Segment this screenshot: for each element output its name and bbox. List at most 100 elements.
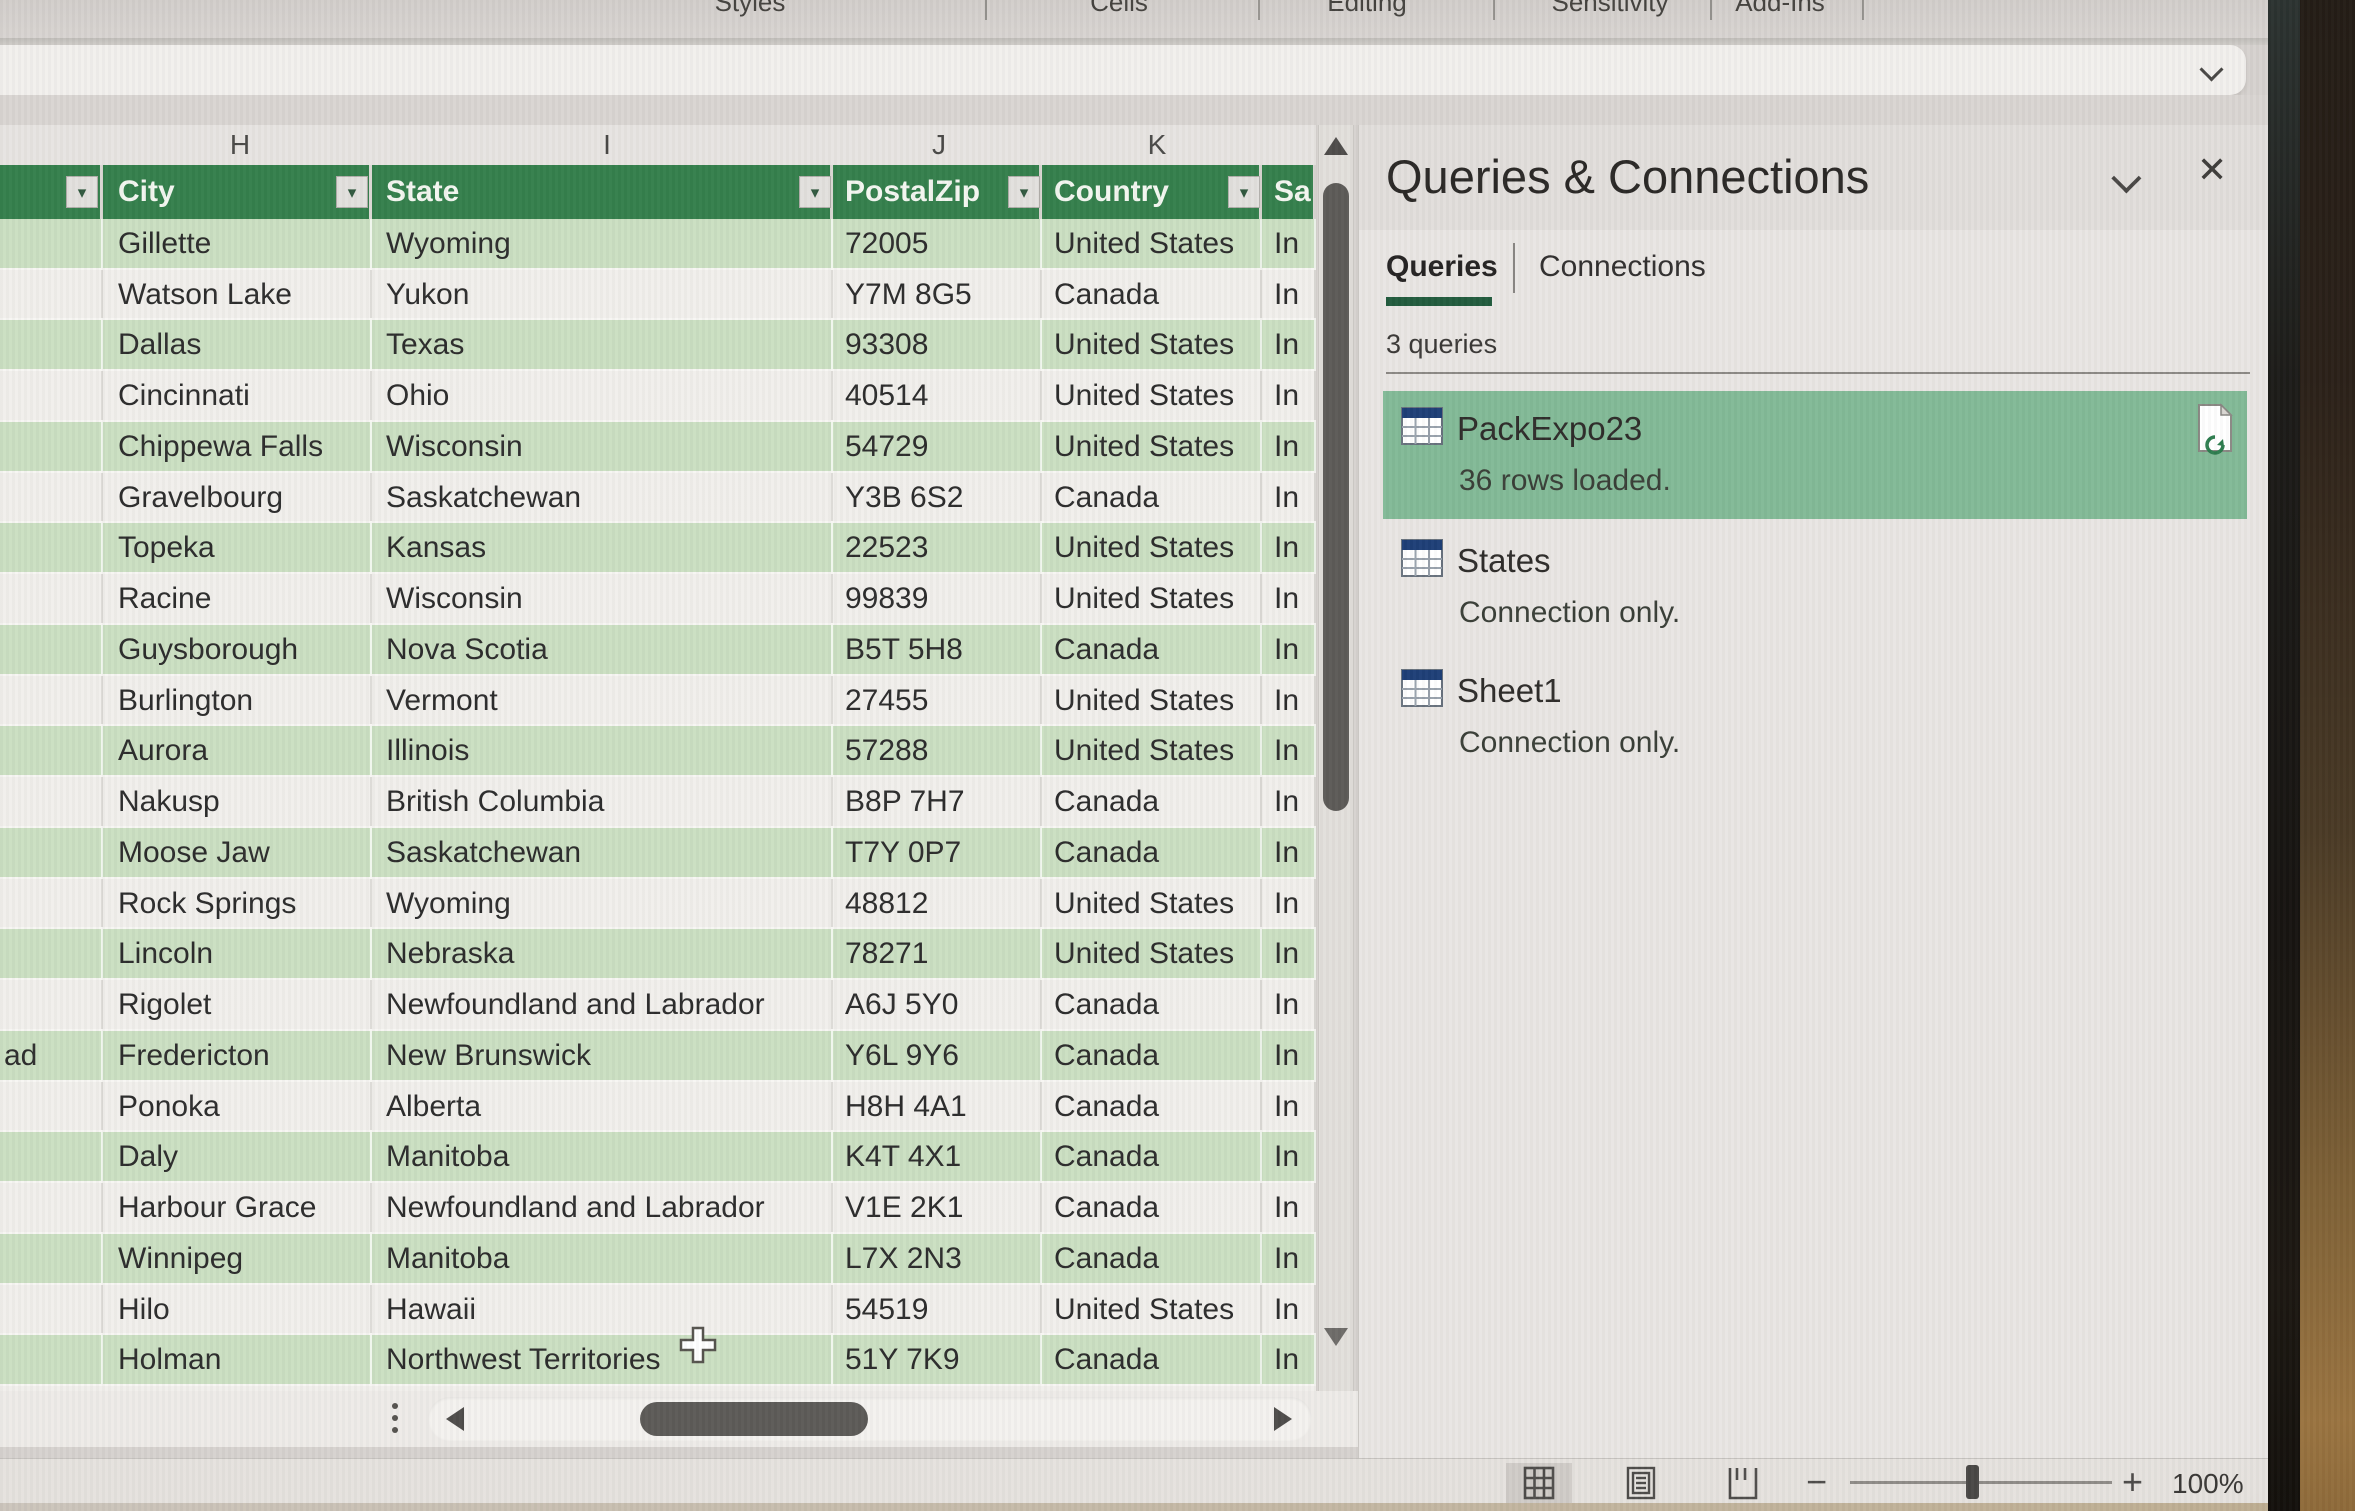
vertical-scrollbar-thumb[interactable]: [1323, 183, 1349, 811]
cell-g[interactable]: [0, 1132, 103, 1181]
cell-city[interactable]: Aurora: [103, 726, 372, 775]
cell-country[interactable]: United States: [1042, 574, 1262, 623]
tab-queries[interactable]: Queries: [1386, 250, 1498, 284]
cell-country[interactable]: Canada: [1042, 1132, 1262, 1181]
cell-state[interactable]: Illinois: [372, 726, 833, 775]
cell-g[interactable]: [0, 980, 103, 1029]
cell-city[interactable]: Dallas: [103, 320, 372, 369]
zoom-slider-track[interactable]: [1850, 1481, 2112, 1484]
cell-city[interactable]: Watson Lake: [103, 270, 372, 319]
cell-g[interactable]: [0, 828, 103, 877]
cell-city[interactable]: Moose Jaw: [103, 828, 372, 877]
horizontal-scrollbar-track[interactable]: [428, 1397, 1312, 1441]
cell-state[interactable]: Wisconsin: [372, 422, 833, 471]
cell-sa[interactable]: In: [1262, 219, 1316, 268]
cell-country[interactable]: United States: [1042, 320, 1262, 369]
cell-country[interactable]: United States: [1042, 676, 1262, 725]
cell-state[interactable]: Hawaii: [372, 1285, 833, 1334]
column-heading-K[interactable]: K: [1148, 129, 1167, 161]
cell-sa[interactable]: In: [1262, 1335, 1316, 1384]
cell-state[interactable]: Alberta: [372, 1082, 833, 1131]
cell-state[interactable]: Vermont: [372, 676, 833, 725]
filter-dropdown-icon-g[interactable]: ▾: [66, 176, 98, 208]
scroll-left-arrow-icon[interactable]: [446, 1407, 464, 1431]
zoom-out-button[interactable]: −: [1806, 1461, 1827, 1503]
cell-state[interactable]: Nova Scotia: [372, 625, 833, 674]
cell-postal[interactable]: 48812: [833, 879, 1042, 928]
cell-city[interactable]: Holman: [103, 1335, 372, 1384]
tab-connections[interactable]: Connections: [1539, 250, 1706, 284]
cell-city[interactable]: Ponoka: [103, 1082, 372, 1131]
page-layout-view-button[interactable]: [1608, 1463, 1674, 1503]
cell-g[interactable]: [0, 270, 103, 319]
cell-city[interactable]: Topeka: [103, 523, 372, 572]
cell-state[interactable]: Newfoundland and Labrador: [372, 1183, 833, 1232]
cell-country[interactable]: United States: [1042, 1285, 1262, 1334]
cell-state[interactable]: Kansas: [372, 523, 833, 572]
cell-state[interactable]: Northwest Territories: [372, 1335, 833, 1384]
cell-city[interactable]: Hilo: [103, 1285, 372, 1334]
sheet-tab-resize-handle-icon[interactable]: [392, 1403, 398, 1409]
cell-city[interactable]: Gravelbourg: [103, 473, 372, 522]
cell-country[interactable]: Canada: [1042, 1082, 1262, 1131]
cell-city[interactable]: Rigolet: [103, 980, 372, 1029]
cell-city[interactable]: Daly: [103, 1132, 372, 1181]
cell-state[interactable]: Yukon: [372, 270, 833, 319]
cell-postal[interactable]: L7X 2N3: [833, 1234, 1042, 1283]
cell-postal[interactable]: A6J 5Y0: [833, 980, 1042, 1029]
cell-postal[interactable]: 54729: [833, 422, 1042, 471]
cell-city[interactable]: Winnipeg: [103, 1234, 372, 1283]
cell-city[interactable]: Nakusp: [103, 777, 372, 826]
cell-country[interactable]: Canada: [1042, 1335, 1262, 1384]
vertical-scrollbar[interactable]: [1318, 125, 1354, 1391]
cell-state[interactable]: British Columbia: [372, 777, 833, 826]
cell-country[interactable]: Canada: [1042, 473, 1262, 522]
cell-sa[interactable]: In: [1262, 1234, 1316, 1283]
cell-g[interactable]: [0, 879, 103, 928]
cell-postal[interactable]: Y7M 8G5: [833, 270, 1042, 319]
cell-g[interactable]: [0, 219, 103, 268]
cell-postal[interactable]: 22523: [833, 523, 1042, 572]
cell-country[interactable]: Canada: [1042, 828, 1262, 877]
cell-sa[interactable]: In: [1262, 777, 1316, 826]
cell-state[interactable]: Wyoming: [372, 219, 833, 268]
cell-country[interactable]: United States: [1042, 422, 1262, 471]
cell-sa[interactable]: In: [1262, 270, 1316, 319]
page-break-preview-button[interactable]: [1710, 1463, 1776, 1503]
horizontal-scrollbar-thumb[interactable]: [640, 1402, 868, 1436]
cell-sa[interactable]: In: [1262, 473, 1316, 522]
cell-sa[interactable]: In: [1262, 1132, 1316, 1181]
cell-sa[interactable]: In: [1262, 929, 1316, 978]
pane-close-icon[interactable]: ✕: [2197, 149, 2227, 191]
cell-state[interactable]: Wyoming: [372, 879, 833, 928]
cell-g[interactable]: [0, 523, 103, 572]
cell-postal[interactable]: Y3B 6S2: [833, 473, 1042, 522]
cell-city[interactable]: Rock Springs: [103, 879, 372, 928]
pane-chevron-down-icon[interactable]: [2112, 164, 2142, 194]
cell-sa[interactable]: In: [1262, 371, 1316, 420]
cell-postal[interactable]: V1E 2K1: [833, 1183, 1042, 1232]
cell-sa[interactable]: In: [1262, 879, 1316, 928]
cell-postal[interactable]: 54519: [833, 1285, 1042, 1334]
cell-country[interactable]: Canada: [1042, 1234, 1262, 1283]
cell-country[interactable]: United States: [1042, 929, 1262, 978]
cell-postal[interactable]: 27455: [833, 676, 1042, 725]
cell-postal[interactable]: B8P 7H7: [833, 777, 1042, 826]
cell-sa[interactable]: In: [1262, 1082, 1316, 1131]
cell-city[interactable]: Harbour Grace: [103, 1183, 372, 1232]
cell-city[interactable]: Cincinnati: [103, 371, 372, 420]
cell-country[interactable]: Canada: [1042, 625, 1262, 674]
column-heading-H[interactable]: H: [230, 129, 250, 161]
cell-g[interactable]: [0, 574, 103, 623]
cell-sa[interactable]: In: [1262, 1183, 1316, 1232]
cell-state[interactable]: Saskatchewan: [372, 473, 833, 522]
zoom-in-button[interactable]: +: [2122, 1461, 2143, 1503]
zoom-percentage[interactable]: 100%: [2172, 1468, 2244, 1500]
cell-g[interactable]: [0, 777, 103, 826]
cell-g[interactable]: ad: [0, 1031, 103, 1080]
cell-postal[interactable]: 72005: [833, 219, 1042, 268]
cell-sa[interactable]: In: [1262, 726, 1316, 775]
cell-postal[interactable]: 99839: [833, 574, 1042, 623]
cell-sa[interactable]: In: [1262, 574, 1316, 623]
cell-country[interactable]: United States: [1042, 879, 1262, 928]
